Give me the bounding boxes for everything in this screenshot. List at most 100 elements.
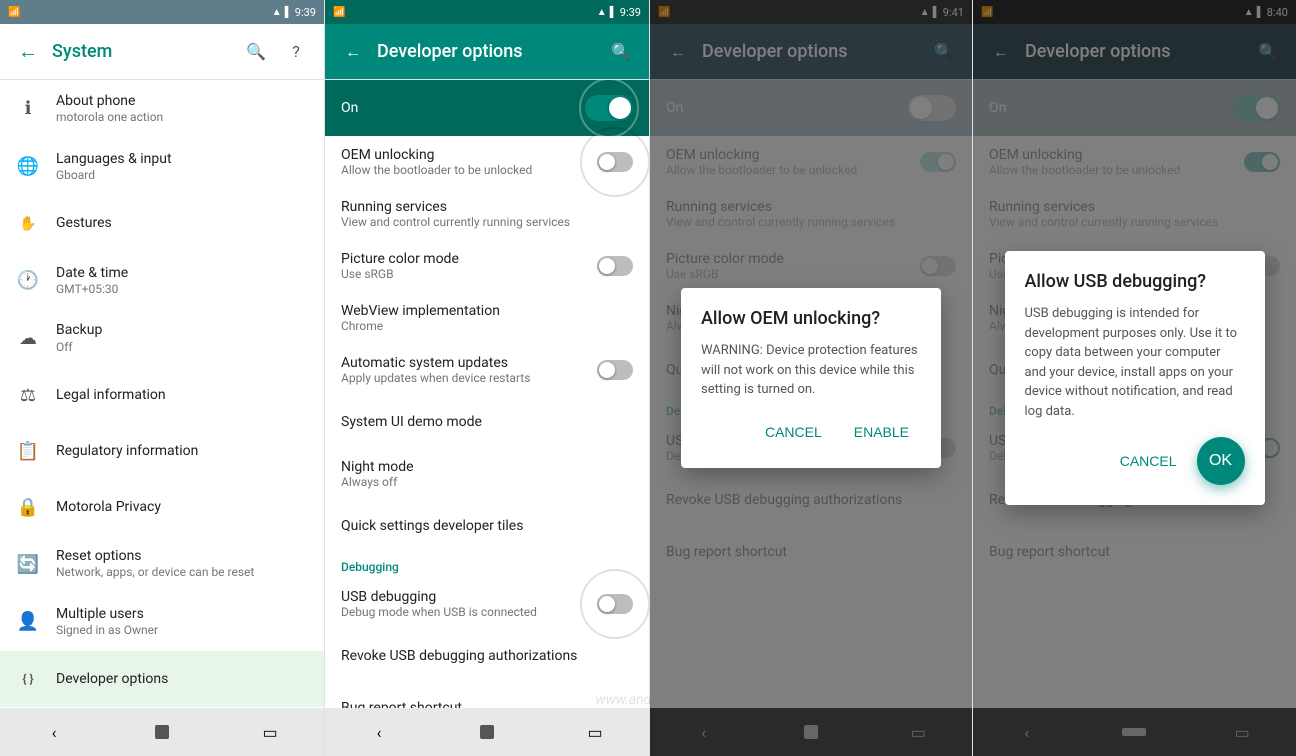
time-1: 9:39: [295, 6, 316, 19]
revoke-title: Revoke USB debugging authorizations: [341, 648, 633, 664]
search-button-2[interactable]: 🔍: [609, 40, 633, 64]
toolbar-1: ← System 🔍 ?: [0, 24, 324, 80]
sidebar-item-privacy[interactable]: 🔒 Motorola Privacy: [0, 479, 324, 535]
oem-dialog-message: WARNING: Device protection features will…: [701, 341, 921, 400]
running-subtitle: View and control currently running servi…: [341, 215, 633, 229]
recents-nav-2[interactable]: ▭: [575, 717, 615, 747]
home-nav-1[interactable]: [142, 717, 182, 747]
privacy-text: Motorola Privacy: [56, 498, 308, 516]
home-icon-1: [155, 725, 169, 739]
backup-subtitle: Off: [56, 340, 308, 356]
oem-cancel-button[interactable]: Cancel: [753, 416, 834, 448]
dev-on-row[interactable]: On: [325, 80, 649, 136]
running-title: Running services: [341, 199, 633, 215]
toolbar-2: ← Developer options 🔍: [325, 24, 649, 80]
oem-title: OEM unlocking: [341, 147, 597, 163]
dev-bug-report[interactable]: Bug report shortcut: [325, 682, 649, 708]
sidebar-item-developer[interactable]: { } Developer options: [0, 651, 324, 707]
privacy-icon: 🔒: [16, 495, 40, 519]
developer-title: Developer options: [56, 670, 308, 688]
back-button-1[interactable]: ←: [16, 40, 40, 64]
back-nav-2[interactable]: ‹: [359, 717, 399, 747]
developer-list-2: On OEM unlocking Allow the bootloader to…: [325, 80, 649, 708]
dev-picture-color[interactable]: Picture color mode Use sRGB: [325, 240, 649, 292]
bug-title: Bug report shortcut: [341, 700, 633, 708]
sidebar-item-users[interactable]: 👤 Multiple users Signed in as Owner: [0, 593, 324, 651]
sidebar-item-backup[interactable]: ☁ Backup Off: [0, 309, 324, 367]
languages-title: Languages & input: [56, 150, 308, 168]
panel-oem-dialog: 📶 ▲ ▌ 9:41 ← Developer options 🔍 On OEM …: [650, 0, 973, 756]
dev-webview[interactable]: WebView implementation Chrome: [325, 292, 649, 344]
recents-nav-1[interactable]: ▭: [250, 717, 290, 747]
page-title-2: Developer options: [377, 41, 597, 62]
legal-text: Legal information: [56, 386, 308, 404]
sidebar-item-datetime[interactable]: 🕐 Date & time GMT+05:30: [0, 252, 324, 310]
datetime-icon: 🕐: [16, 268, 40, 292]
sidebar-item-legal[interactable]: ⚖ Legal information: [0, 367, 324, 423]
dev-revoke-usb[interactable]: Revoke USB debugging authorizations: [325, 630, 649, 682]
dev-usb-debug[interactable]: USB debugging Debug mode when USB is con…: [325, 578, 649, 630]
picture-title: Picture color mode: [341, 251, 597, 267]
developer-icon: { }: [16, 667, 40, 691]
sidebar-item-gestures[interactable]: ✋ Gestures: [0, 196, 324, 252]
back-nav-1[interactable]: ‹: [34, 717, 74, 747]
sidebar-item-languages[interactable]: 🌐 Languages & input Gboard: [0, 138, 324, 196]
revoke-text: Revoke USB debugging authorizations: [341, 648, 633, 664]
about-text: About phone motorola one action: [56, 92, 308, 126]
oem-dialog-overlay: Allow OEM unlocking? WARNING: Device pro…: [650, 0, 972, 756]
dev-quick-settings[interactable]: Quick settings developer tiles: [325, 500, 649, 552]
dev-auto-updates[interactable]: Automatic system updates Apply updates w…: [325, 344, 649, 396]
usb-text: USB debugging Debug mode when USB is con…: [341, 589, 597, 619]
search-button-1[interactable]: 🔍: [244, 40, 268, 64]
usb-dialog-message: USB debugging is intended for developmen…: [1025, 304, 1245, 421]
privacy-title: Motorola Privacy: [56, 498, 308, 516]
help-button-1[interactable]: ?: [284, 40, 308, 64]
reset-subtitle: Network, apps, or device can be reset: [56, 565, 308, 581]
usb-ok-button[interactable]: OK: [1197, 437, 1245, 485]
reset-title: Reset options: [56, 547, 308, 565]
webview-text: WebView implementation Chrome: [341, 303, 633, 333]
picture-text: Picture color mode Use sRGB: [341, 251, 597, 281]
sidebar-item-regulatory[interactable]: 📋 Regulatory information: [0, 423, 324, 479]
dev-on-toggle[interactable]: [585, 95, 633, 121]
dev-night-mode[interactable]: Night mode Always off: [325, 448, 649, 500]
battery-icon: ▌: [285, 7, 292, 18]
dev-on-text: On: [341, 99, 569, 117]
gestures-title: Gestures: [56, 214, 308, 232]
sidebar-item-about[interactable]: ℹ About phone motorola one action: [0, 80, 324, 138]
status-icons-right-2: ▲ ▌ 9:39: [597, 6, 641, 19]
backup-icon: ☁: [16, 326, 40, 350]
battery-icon-2: ▌: [610, 7, 617, 18]
dev-demo-mode[interactable]: System UI demo mode: [325, 396, 649, 448]
demo-title: System UI demo mode: [341, 414, 633, 430]
usb-dialog-actions: Cancel OK: [1025, 437, 1245, 485]
sidebar-item-reset[interactable]: 🔄 Reset options Network, apps, or device…: [0, 535, 324, 593]
picture-toggle[interactable]: [597, 256, 633, 276]
about-subtitle: motorola one action: [56, 110, 308, 126]
webview-subtitle: Chrome: [341, 319, 633, 333]
usb-title: USB debugging: [341, 589, 597, 605]
backup-text: Backup Off: [56, 321, 308, 355]
languages-subtitle: Gboard: [56, 168, 308, 184]
legal-icon: ⚖: [16, 383, 40, 407]
status-bar-1: 📶 ▲ ▌ 9:39: [0, 0, 324, 24]
back-button-2[interactable]: ←: [341, 40, 365, 64]
dev-running-services[interactable]: Running services View and control curren…: [325, 188, 649, 240]
sim-icon: 📶: [8, 7, 20, 18]
usb-dialog-overlay: Allow USB debugging? USB debugging is in…: [973, 0, 1296, 756]
usb-dialog-title: Allow USB debugging?: [1025, 271, 1245, 292]
datetime-title: Date & time: [56, 264, 308, 282]
auto-updates-toggle[interactable]: [597, 360, 633, 380]
usb-cancel-button[interactable]: Cancel: [1108, 437, 1189, 485]
auto-updates-text: Automatic system updates Apply updates w…: [341, 355, 597, 385]
dev-oem-unlocking[interactable]: OEM unlocking Allow the bootloader to be…: [325, 136, 649, 188]
oem-enable-button[interactable]: Enable: [842, 416, 921, 448]
usb-subtitle: Debug mode when USB is connected: [341, 605, 597, 619]
home-nav-2[interactable]: [467, 717, 507, 747]
users-text: Multiple users Signed in as Owner: [56, 605, 308, 639]
home-icon-2: [480, 725, 494, 739]
datetime-subtitle: GMT+05:30: [56, 282, 308, 298]
reset-icon: 🔄: [16, 552, 40, 576]
regulatory-title: Regulatory information: [56, 442, 308, 460]
page-title-1: System: [52, 41, 232, 62]
